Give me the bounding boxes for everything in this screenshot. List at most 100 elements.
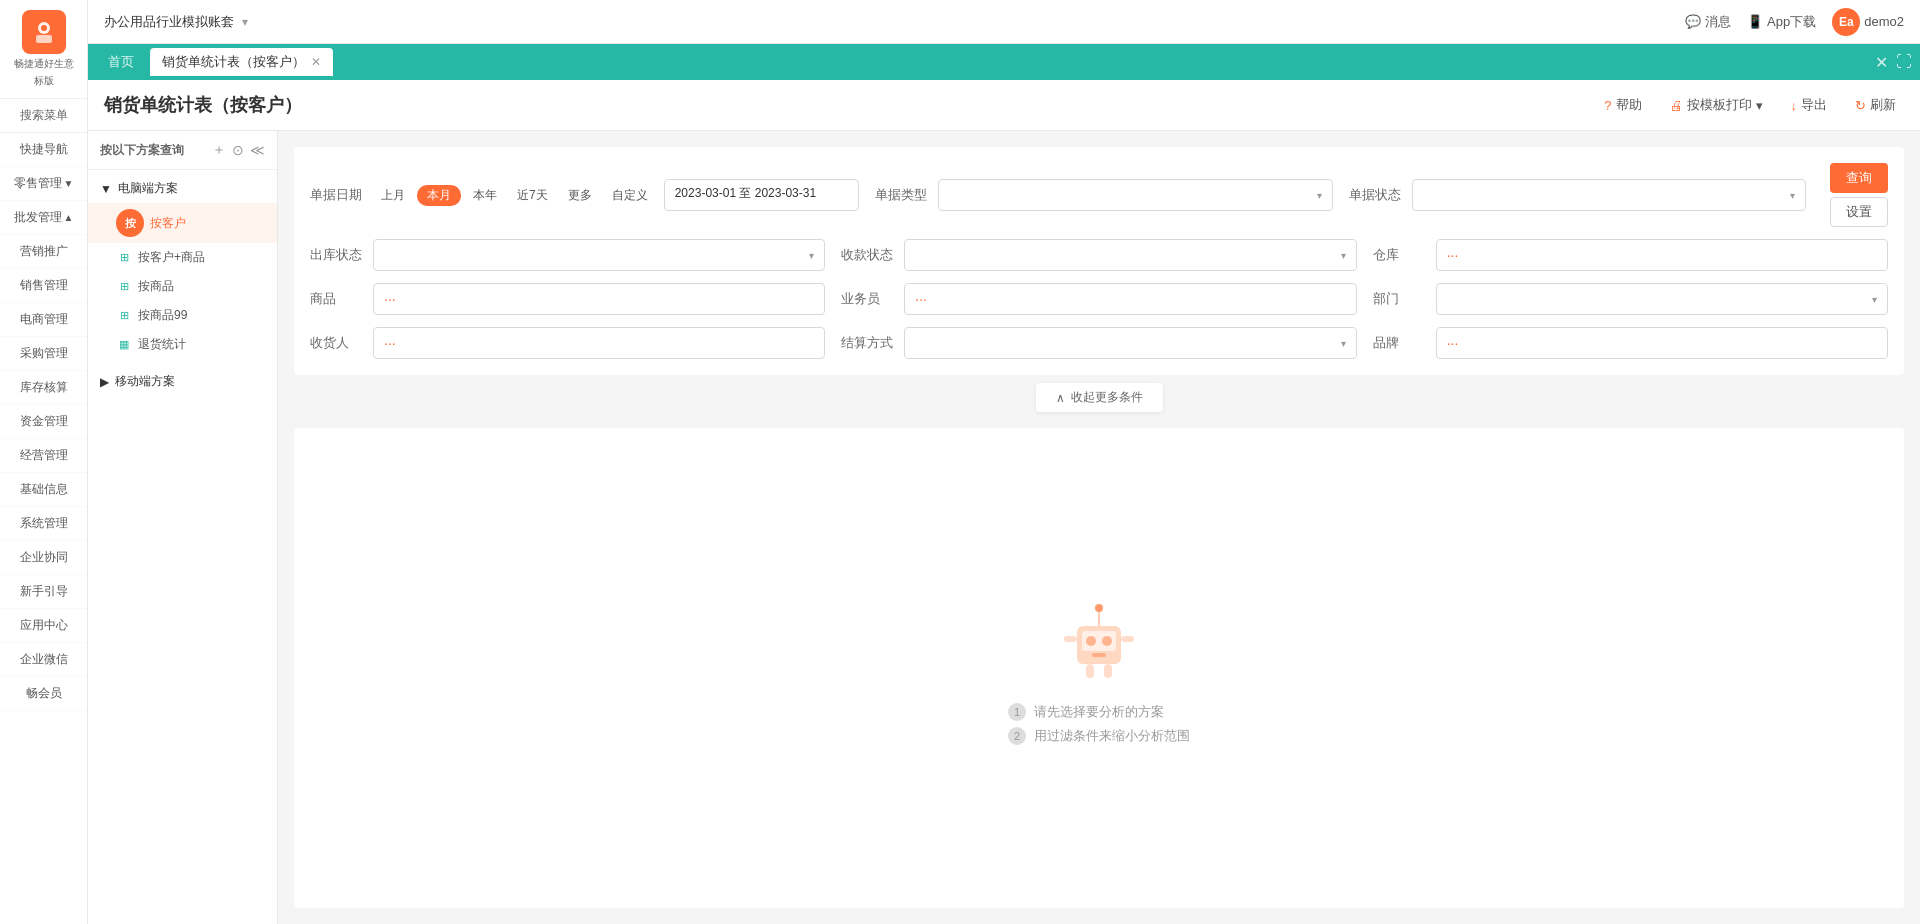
order-status-input[interactable]: ▾: [1412, 179, 1807, 211]
receiver-label: 收货人: [310, 334, 365, 352]
wholesale-arrow: ▲: [64, 212, 74, 223]
sidebar-item-marketing[interactable]: 营销推广: [0, 235, 87, 269]
sidebar-item-guide[interactable]: 新手引导: [0, 575, 87, 609]
date-tabs: 上月 本月 本年 近7天 更多 自定义: [373, 185, 656, 206]
date-tab-7days[interactable]: 近7天: [509, 185, 556, 206]
tab-close-icon[interactable]: ✕: [311, 55, 321, 69]
desktop-group-header[interactable]: ▼ 电脑端方案: [88, 174, 277, 203]
refresh-icon: ↻: [1855, 98, 1866, 113]
sidebar-item-enterprise[interactable]: 企业协同: [0, 541, 87, 575]
logo-text: 畅捷通好生意: [14, 57, 74, 71]
delivery-arrow: ▾: [809, 250, 814, 261]
sidebar-item-system[interactable]: 系统管理: [0, 507, 87, 541]
print-arrow: ▾: [1756, 98, 1763, 113]
settings-button[interactable]: 设置: [1830, 197, 1888, 227]
return-stats-label: 退货统计: [138, 336, 186, 353]
tab-close-main-icon[interactable]: ✕: [1875, 53, 1888, 72]
sidebar-item-apps[interactable]: 应用中心: [0, 609, 87, 643]
tree-item-by-product-99[interactable]: ⊞ 按商品99: [88, 301, 277, 330]
mobile-expand-icon: ▶: [100, 375, 109, 389]
header-title-dropdown[interactable]: ▾: [242, 15, 248, 29]
order-type-input[interactable]: ▾: [938, 179, 1333, 211]
tab-home[interactable]: 首页: [96, 48, 146, 76]
messages-button[interactable]: 💬 消息: [1685, 13, 1731, 31]
empty-icon: [1049, 591, 1149, 691]
by-customer-product-label: 按客户+商品: [138, 249, 205, 266]
date-tab-this-month[interactable]: 本月: [417, 185, 461, 206]
sidebar-item-sales[interactable]: 销售管理: [0, 269, 87, 303]
main-content-area: 单据日期 上月 本月 本年 近7天 更多 自定义: [278, 131, 1920, 924]
date-tab-custom[interactable]: 自定义: [604, 185, 656, 206]
by-customer-label: 按客户: [150, 215, 186, 232]
sidebar-item-ecommerce[interactable]: 电商管理: [0, 303, 87, 337]
help-button[interactable]: ? 帮助: [1596, 92, 1649, 118]
refresh-scheme-button[interactable]: ⊙: [232, 142, 244, 158]
sidebar-item-operations[interactable]: 经营管理: [0, 439, 87, 473]
product-input[interactable]: ···: [373, 283, 825, 315]
order-status-arrow: ▾: [1790, 190, 1795, 201]
tree-item-by-customer[interactable]: 按 按客户: [88, 203, 277, 243]
receiver-input[interactable]: ···: [373, 327, 825, 359]
sidebar-item-member[interactable]: 畅会员: [0, 677, 87, 711]
payment-label: 收款状态: [841, 246, 896, 264]
tab-sales-stat[interactable]: 销货单统计表（按客户） ✕: [150, 48, 333, 76]
tab-maximize-icon[interactable]: ⛶: [1896, 53, 1912, 71]
svg-point-5: [1086, 636, 1096, 646]
salesperson-input[interactable]: ···: [904, 283, 1356, 315]
search-menu-item[interactable]: 搜索菜单: [0, 99, 87, 133]
search-label: 搜索菜单: [20, 108, 68, 122]
tree-item-by-product[interactable]: ⊞ 按商品: [88, 272, 277, 301]
department-input[interactable]: ▾: [1436, 283, 1888, 315]
payment-arrow: ▾: [1341, 250, 1346, 261]
collapse-label: 收起更多条件: [1071, 389, 1143, 406]
warehouse-input[interactable]: ···: [1436, 239, 1888, 271]
user-profile[interactable]: Ea demo2: [1832, 8, 1904, 36]
sidebar-item-finance[interactable]: 资金管理: [0, 405, 87, 439]
date-tab-this-year[interactable]: 本年: [465, 185, 505, 206]
sidebar-item-wholesale[interactable]: 批发管理 ▲: [0, 201, 87, 235]
delivery-input[interactable]: ▾: [373, 239, 825, 271]
return-stats-icon: ▦: [116, 337, 132, 353]
mobile-group-header[interactable]: ▶ 移动端方案: [88, 367, 277, 396]
sidebar-item-basic[interactable]: 基础信息: [0, 473, 87, 507]
date-tab-last-month[interactable]: 上月: [373, 185, 413, 206]
refresh-button[interactable]: ↻ 刷新: [1847, 92, 1904, 118]
collapse-button[interactable]: ∧ 收起更多条件: [1036, 383, 1163, 412]
collapse-panel-button[interactable]: ≪: [250, 142, 265, 158]
sidebar-item-inventory[interactable]: 库存核算: [0, 371, 87, 405]
date-tab-more[interactable]: 更多: [560, 185, 600, 206]
date-range-input[interactable]: 2023-03-01 至 2023-03-31: [664, 179, 859, 211]
sidebar-item-retail[interactable]: 零售管理 ▼: [0, 167, 87, 201]
print-button[interactable]: 🖨 按模板打印 ▾: [1662, 92, 1771, 118]
brand-input[interactable]: ···: [1436, 327, 1888, 359]
tree-item-by-customer-product[interactable]: ⊞ 按客户+商品: [88, 243, 277, 272]
settlement-input[interactable]: ▾: [904, 327, 1356, 359]
svg-point-9: [1095, 604, 1103, 612]
tree-item-return-stats[interactable]: ▦ 退货统计: [88, 330, 277, 359]
logo-area: 畅捷通好生意 标版: [0, 0, 87, 99]
salesperson-dots: ···: [915, 291, 927, 307]
delivery-label: 出库状态: [310, 246, 365, 264]
warehouse-dots: ···: [1447, 247, 1459, 263]
app-download-button[interactable]: 📱 App下载: [1747, 13, 1816, 31]
wholesale-label: 批发管理: [14, 209, 62, 226]
query-button[interactable]: 查询: [1830, 163, 1888, 193]
empty-tip-1: 1 请先选择要分析的方案: [1008, 703, 1190, 721]
panel-header: 按以下方案查询 ＋ ⊙ ≪: [88, 131, 277, 170]
payment-input[interactable]: ▾: [904, 239, 1356, 271]
date-range-value: 2023-03-01 至 2023-03-31: [675, 186, 816, 200]
settlement-label: 结算方式: [841, 334, 896, 352]
add-scheme-button[interactable]: ＋: [212, 141, 226, 159]
svg-rect-13: [1104, 664, 1112, 678]
svg-rect-1: [36, 35, 52, 43]
print-icon: 🖨: [1670, 98, 1683, 113]
export-button[interactable]: ↓ 导出: [1783, 92, 1836, 118]
header-title: 办公用品行业模拟账套: [104, 13, 234, 31]
warehouse-label: 仓库: [1373, 246, 1428, 264]
sidebar-item-purchase[interactable]: 采购管理: [0, 337, 87, 371]
sidebar-item-shortcuts[interactable]: 快捷导航: [0, 133, 87, 167]
filter-row-4: 收货人 ··· 结算方式 ▾: [310, 327, 1888, 359]
sidebar-item-wechat[interactable]: 企业微信: [0, 643, 87, 677]
page-content: 销货单统计表（按客户） ? 帮助 🖨 按模板打印 ▾ ↓ 导出 ↻ 刷新: [88, 80, 1920, 924]
product-icon: ⊞: [116, 279, 132, 295]
